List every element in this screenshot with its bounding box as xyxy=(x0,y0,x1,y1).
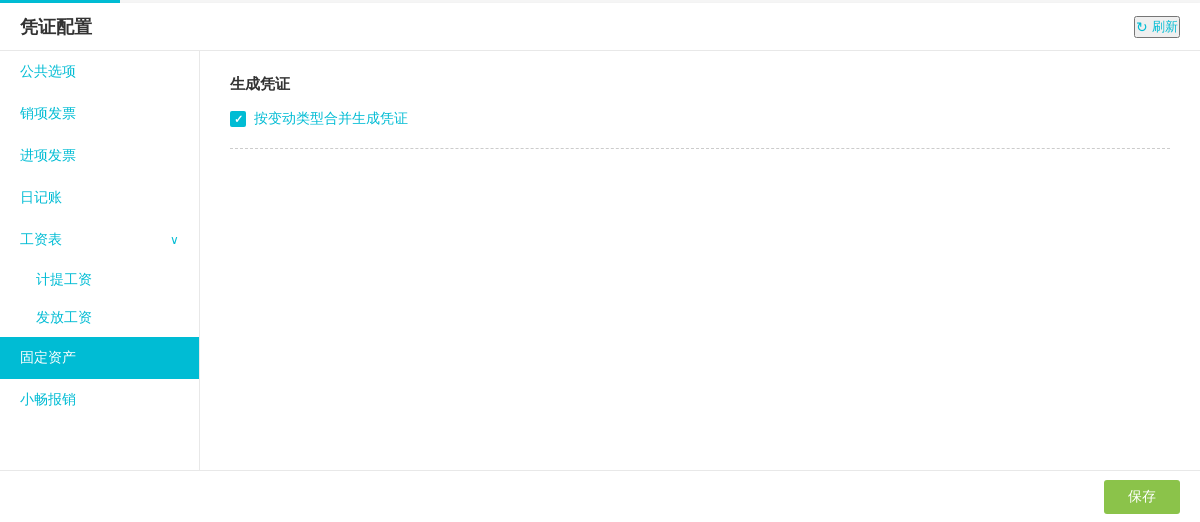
sidebar-item-purchase-invoice[interactable]: 进项发票 xyxy=(0,135,199,177)
sidebar-item-payroll-table[interactable]: 工资表 ∨ xyxy=(0,219,199,261)
sidebar-item-public-options[interactable]: 公共选项 xyxy=(0,51,199,93)
sidebar: 公共选项 销项发票 进项发票 日记账 工资表 ∨ 计提工资 发放工资 固定资 xyxy=(0,51,200,470)
sidebar-item-pay-payroll[interactable]: 发放工资 xyxy=(0,299,199,337)
section-title: 生成凭证 xyxy=(230,75,1170,94)
header: 凭证配置 ↻ 刷新 xyxy=(0,3,1200,51)
sidebar-item-label: 进项发票 xyxy=(20,147,76,165)
sidebar-item-fixed-assets[interactable]: 固定资产 xyxy=(0,337,199,379)
sidebar-item-journal[interactable]: 日记账 xyxy=(0,177,199,219)
body: 公共选项 销项发票 进项发票 日记账 工资表 ∨ 计提工资 发放工资 固定资 xyxy=(0,51,1200,470)
sidebar-item-label: 发放工资 xyxy=(36,309,92,325)
sidebar-item-reimbursement[interactable]: 小畅报销 xyxy=(0,379,199,421)
refresh-button[interactable]: ↻ 刷新 xyxy=(1134,16,1180,38)
section-divider xyxy=(230,148,1170,149)
chevron-down-icon: ∨ xyxy=(170,233,179,247)
page-wrapper: 凭证配置 ↻ 刷新 公共选项 销项发票 进项发票 日记账 工资表 ∨ xyxy=(0,0,1200,522)
checkbox-row: 按变动类型合并生成凭证 xyxy=(230,110,1170,128)
refresh-label: 刷新 xyxy=(1152,18,1178,36)
main-content: 生成凭证 按变动类型合并生成凭证 xyxy=(200,51,1200,470)
sidebar-item-label: 计提工资 xyxy=(36,271,92,287)
sidebar-item-sales-invoice[interactable]: 销项发票 xyxy=(0,93,199,135)
merge-by-type-checkbox[interactable] xyxy=(230,111,246,127)
sidebar-item-label: 工资表 xyxy=(20,231,62,249)
page-title: 凭证配置 xyxy=(20,15,92,39)
sidebar-item-label: 固定资产 xyxy=(20,349,76,367)
footer: 保存 xyxy=(0,470,1200,522)
sidebar-item-label: 公共选项 xyxy=(20,63,76,81)
sidebar-item-label: 销项发票 xyxy=(20,105,76,123)
checkbox-label: 按变动类型合并生成凭证 xyxy=(254,110,408,128)
refresh-icon: ↻ xyxy=(1136,19,1148,35)
sidebar-item-label: 日记账 xyxy=(20,189,62,207)
sidebar-item-calc-payroll[interactable]: 计提工资 xyxy=(0,261,199,299)
save-button[interactable]: 保存 xyxy=(1104,480,1180,514)
sidebar-item-label: 小畅报销 xyxy=(20,391,76,409)
